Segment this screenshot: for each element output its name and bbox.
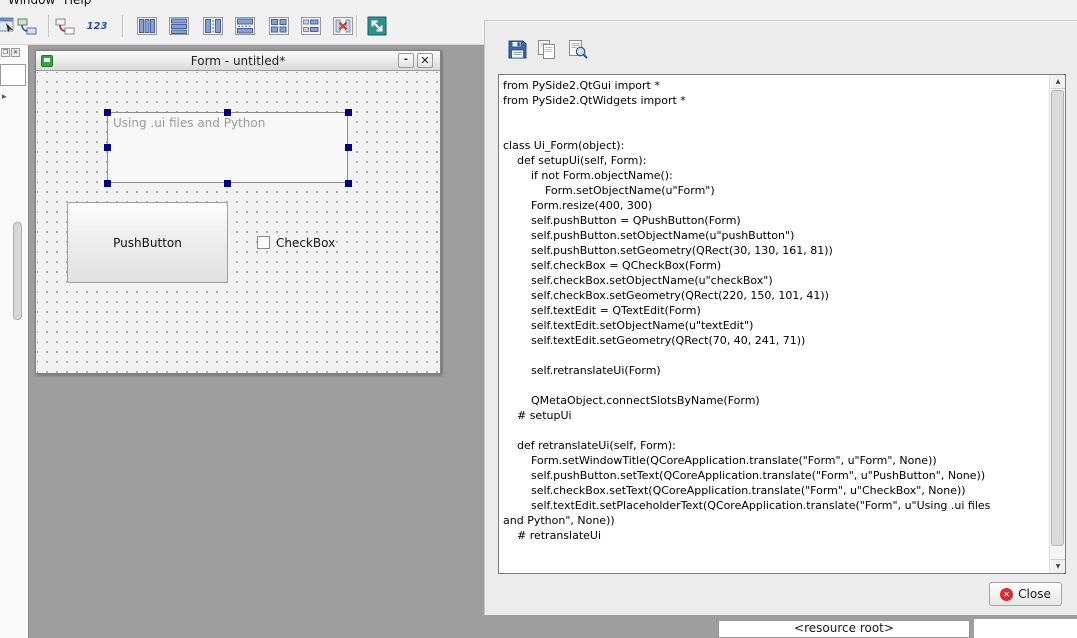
code-text[interactable]: from PySide2.QtGui import * from PySide2… (503, 78, 1047, 570)
resource-panel-fragment (974, 619, 1077, 638)
edit-buddies-icon[interactable] (52, 13, 78, 39)
print-preview-icon[interactable] (564, 36, 592, 62)
code-preview-dialog: from PySide2.QtGui import * from PySide2… (484, 20, 1077, 615)
edit-tab-order-icon[interactable]: 123 (84, 13, 110, 39)
menu-help[interactable]: Help (64, 0, 91, 7)
form-window-title: Form - untitled* (191, 54, 285, 68)
form-canvas[interactable]: Using .ui files and Python PushButton Ch… (37, 72, 439, 373)
checkbox-widget[interactable]: CheckBox (257, 222, 358, 263)
widget-box-scrollbar-thumb[interactable] (13, 222, 22, 320)
selection-handle[interactable] (104, 144, 111, 151)
toolbar-separator (48, 15, 49, 37)
textedit-widget[interactable]: Using .ui files and Python (107, 112, 348, 183)
textedit-placeholder: Using .ui files and Python (113, 116, 265, 130)
code-view[interactable]: from PySide2.QtGui import * from PySide2… (498, 74, 1066, 574)
selection-handle[interactable] (345, 109, 352, 116)
save-icon[interactable] (503, 36, 531, 62)
minimize-button[interactable]: - (398, 53, 414, 68)
edit-signals-slots-icon[interactable] (14, 13, 40, 39)
form-file-icon (41, 55, 53, 67)
selection-handle[interactable] (104, 109, 111, 116)
scroll-up-icon[interactable]: ▲ (1051, 75, 1065, 89)
layout-form-icon[interactable] (298, 13, 324, 39)
close-button-label: Close (1018, 587, 1051, 601)
layout-vertical-icon[interactable] (166, 13, 192, 39)
selection-handle[interactable] (224, 180, 231, 187)
selection-handle[interactable] (345, 180, 352, 187)
menu-window[interactable]: Window (8, 0, 55, 7)
code-scrollbar[interactable]: ▲ ▼ (1049, 75, 1065, 573)
break-layout-icon[interactable] (330, 13, 356, 39)
qt-designer-app: Window Help 123 (0, 0, 1077, 638)
scrollbar-thumb[interactable] (1051, 90, 1064, 546)
form-window-titlebar[interactable]: Form - untitled* - ✕ (36, 51, 440, 71)
adjust-size-icon[interactable] (364, 13, 390, 39)
checkbox-indicator[interactable] (257, 236, 270, 249)
layout-grid-icon[interactable] (266, 13, 292, 39)
layout-splitter-vertical-icon[interactable] (232, 13, 258, 39)
resource-root-item[interactable]: <resource root> (718, 620, 970, 638)
close-circle-icon: ✕ (1000, 588, 1013, 601)
dock-close-icon[interactable]: ✕ (11, 48, 20, 57)
tab-order-glyph: 123 (87, 21, 108, 32)
selection-handle[interactable] (224, 109, 231, 116)
layout-splitter-horizontal-icon[interactable] (200, 13, 226, 39)
scroll-down-icon[interactable]: ▼ (1051, 559, 1065, 573)
layout-horizontal-icon[interactable] (134, 13, 160, 39)
menubar: Window Help (0, 0, 1077, 8)
widget-filter-input[interactable] (0, 64, 26, 86)
selection-handle[interactable] (345, 144, 352, 151)
toolbar-separator (356, 15, 357, 37)
dock-float-icon[interactable]: ❐ (1, 48, 10, 57)
close-button[interactable]: ✕ (417, 53, 433, 68)
widget-box-dock: ❐ ✕ ▸ (0, 45, 29, 638)
toolbar-separator (122, 15, 123, 37)
copy-icon[interactable] (532, 36, 560, 62)
dialog-close-button[interactable]: ✕ Close (989, 582, 1062, 606)
pushbutton-widget[interactable]: PushButton (67, 202, 228, 283)
checkbox-label: CheckBox (276, 236, 335, 250)
form-designer-window: Form - untitled* - ✕ Using .ui files and… (35, 50, 441, 374)
selection-handle[interactable] (104, 180, 111, 187)
tree-expander-icon[interactable]: ▸ (2, 92, 7, 102)
